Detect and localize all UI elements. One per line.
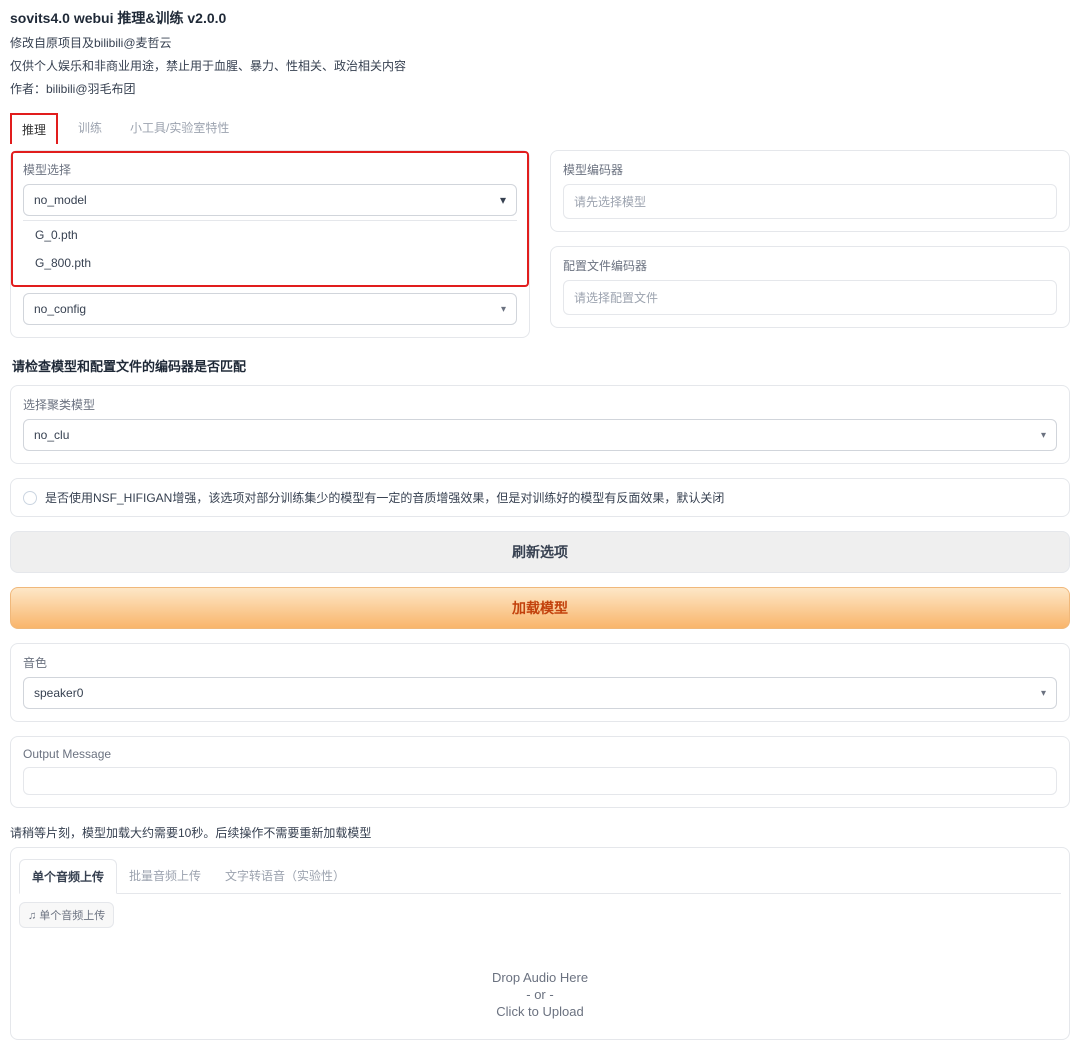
speaker-select-value: speaker0 (34, 686, 83, 700)
model-select-highlight: 模型选择 no_model ▾ G_0.pth G_800.pth (11, 151, 529, 287)
speaker-select-dropdown[interactable]: speaker0 ▾ (23, 677, 1057, 709)
refresh-button[interactable]: 刷新选项 (10, 531, 1070, 573)
model-option-0[interactable]: G_0.pth (23, 221, 517, 249)
chevron-down-icon: ▾ (501, 304, 506, 315)
upload-label: ♫ 单个音频上传 (19, 902, 114, 928)
model-encoder-input[interactable]: 请先选择模型 (563, 184, 1057, 219)
tab-tools[interactable]: 小工具/实验室特性 (116, 111, 243, 144)
header-credit1: 修改自原项目及bilibili@麦哲云 (10, 34, 1070, 51)
model-select-options: G_0.pth G_800.pth (23, 220, 517, 277)
chevron-down-icon: ▾ (1041, 430, 1046, 441)
chevron-down-icon: ▾ (500, 193, 506, 207)
config-encoder-input[interactable]: 请选择配置文件 (563, 280, 1057, 315)
model-select-value: no_model (34, 193, 87, 207)
main-tabs: 推理 训练 小工具/实验室特性 (10, 111, 1070, 144)
cluster-select-value: no_clu (34, 428, 69, 442)
nsf-checkbox-row[interactable]: 是否使用NSF_HIFIGAN增强，该选项对部分训练集少的模型有一定的音质增强效… (10, 478, 1070, 517)
page-title: sovits4.0 webui 推理&训练 v2.0.0 (10, 8, 1070, 28)
cluster-select-label: 选择聚类模型 (23, 396, 1057, 413)
output-message-label: Output Message (23, 747, 1057, 761)
wait-hint: 请稍等片刻，模型加载大约需要10秒。后续操作不需要重新加载模型 (10, 824, 1070, 841)
drop-text-1: Drop Audio Here (19, 970, 1061, 985)
model-select-dropdown[interactable]: no_model ▾ (23, 184, 517, 216)
drop-text-2: - or - (19, 987, 1061, 1002)
speaker-label: 音色 (23, 654, 1057, 671)
tab-inference[interactable]: 推理 (10, 113, 58, 144)
subtab-batch-audio[interactable]: 批量音频上传 (117, 859, 213, 892)
drop-text-3: Click to Upload (19, 1004, 1061, 1019)
header-author: 作者：bilibili@羽毛布团 (10, 80, 1070, 97)
model-encoder-label: 模型编码器 (563, 161, 1057, 178)
header-usage-notice: 仅供个人娱乐和非商业用途，禁止用于血腥、暴力、性相关、政治相关内容 (10, 57, 1070, 74)
nsf-checkbox-label: 是否使用NSF_HIFIGAN增强，该选项对部分训练集少的模型有一定的音质增强效… (45, 489, 724, 506)
output-message-textbox[interactable] (23, 767, 1057, 795)
load-model-button[interactable]: 加载模型 (10, 587, 1070, 629)
tab-training[interactable]: 训练 (64, 111, 116, 144)
config-select-dropdown[interactable]: no_config ▾ (23, 293, 517, 325)
audio-drop-area[interactable]: Drop Audio Here - or - Click to Upload (19, 928, 1061, 1031)
config-select-value: no_config (34, 302, 86, 316)
subtab-tts[interactable]: 文字转语音（实验性） (213, 859, 357, 892)
subtab-single-audio[interactable]: 单个音频上传 (19, 859, 117, 894)
config-encoder-label: 配置文件编码器 (563, 257, 1057, 274)
model-option-1[interactable]: G_800.pth (23, 249, 517, 277)
check-title: 请检查模型和配置文件的编码器是否匹配 (12, 356, 1070, 375)
chevron-down-icon: ▾ (1041, 688, 1046, 699)
model-select-label: 模型选择 (23, 161, 517, 178)
sub-tabs: 单个音频上传 批量音频上传 文字转语音（实验性） (19, 858, 1061, 894)
cluster-select-dropdown[interactable]: no_clu ▾ (23, 419, 1057, 451)
checkbox-icon[interactable] (23, 491, 37, 505)
